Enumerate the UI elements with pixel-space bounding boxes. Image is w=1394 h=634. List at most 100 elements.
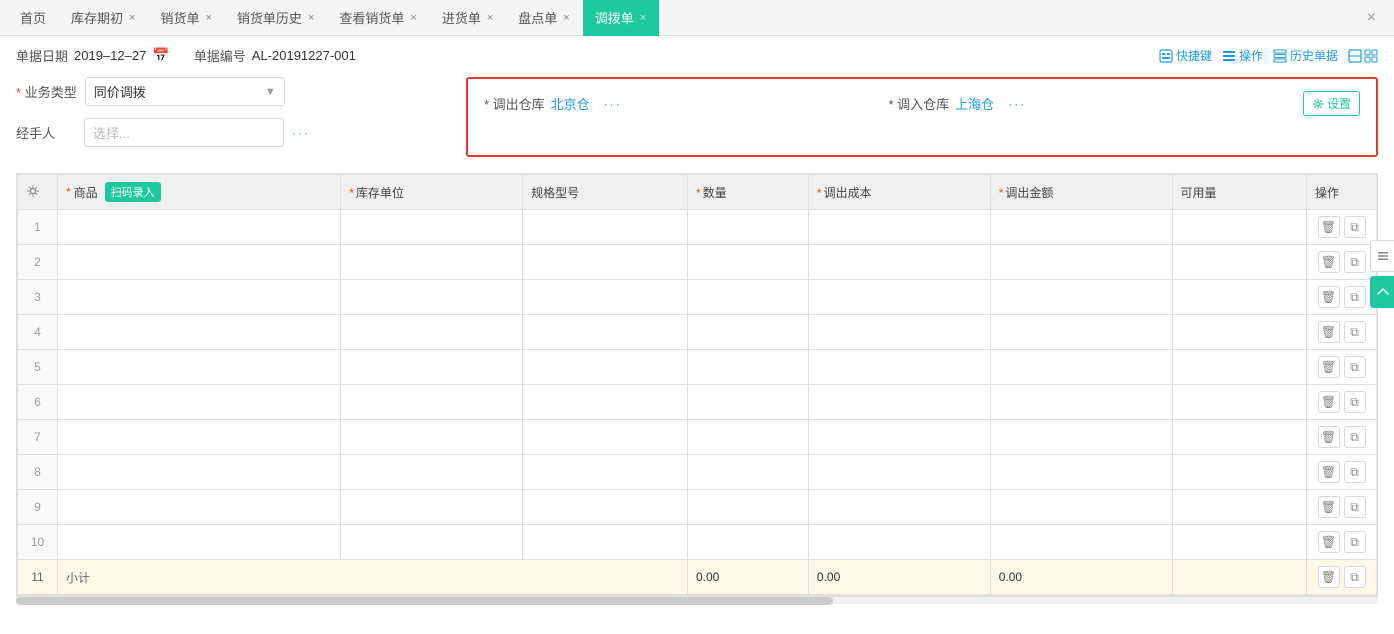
scrollbar-thumb[interactable] (16, 597, 833, 605)
cell-cost-3[interactable] (808, 280, 990, 315)
operations-button[interactable]: 操作 (1222, 47, 1263, 64)
warehouse-settings-button[interactable]: 设置 (1303, 91, 1360, 116)
cell-amount-3[interactable] (990, 280, 1172, 315)
cell-available-4[interactable] (1172, 315, 1306, 350)
cell-qty-4[interactable] (687, 315, 808, 350)
cell-qty-3[interactable] (687, 280, 808, 315)
cell-qty-9[interactable] (687, 490, 808, 525)
cell-available-6[interactable] (1172, 385, 1306, 420)
row-delete-button-11[interactable]: 🗑 (1318, 566, 1340, 588)
row-delete-button-10[interactable]: 🗑 (1318, 531, 1340, 553)
tab-home[interactable]: 首页 (8, 0, 59, 36)
cell-qty-8[interactable] (687, 455, 808, 490)
cell-product-9[interactable] (58, 490, 341, 525)
cell-unit-1[interactable] (341, 210, 523, 245)
business-type-select[interactable]: 同价调拨 ▼ (85, 77, 285, 106)
cell-unit-9[interactable] (341, 490, 523, 525)
row-copy-button-8[interactable]: ⧉ (1344, 461, 1366, 483)
cell-product-7[interactable] (58, 420, 341, 455)
cell-amount-5[interactable] (990, 350, 1172, 385)
cell-amount-9[interactable] (990, 490, 1172, 525)
cell-available-5[interactable] (1172, 350, 1306, 385)
cell-product-2[interactable] (58, 245, 341, 280)
row-copy-button-3[interactable]: ⧉ (1344, 286, 1366, 308)
cell-cost-8[interactable] (808, 455, 990, 490)
cell-qty-6[interactable] (687, 385, 808, 420)
close-all-tabs-button[interactable]: × (1357, 9, 1386, 27)
cell-cost-10[interactable] (808, 525, 990, 560)
cell-amount-7[interactable] (990, 420, 1172, 455)
cell-spec-2[interactable] (523, 245, 688, 280)
row-copy-button-9[interactable]: ⧉ (1344, 496, 1366, 518)
cell-spec-9[interactable] (523, 490, 688, 525)
cell-spec-10[interactable] (523, 525, 688, 560)
cell-amount-8[interactable] (990, 455, 1172, 490)
cell-available-9[interactable] (1172, 490, 1306, 525)
tab-close-purchase[interactable]: × (487, 12, 493, 24)
cell-product-4[interactable] (58, 315, 341, 350)
cell-available-7[interactable] (1172, 420, 1306, 455)
row-delete-button-3[interactable]: 🗑 (1318, 286, 1340, 308)
history-button[interactable]: 历史单据 (1273, 47, 1338, 64)
cell-qty-10[interactable] (687, 525, 808, 560)
tab-sales-order[interactable]: 销货单 × (148, 0, 224, 36)
cell-amount-1[interactable] (990, 210, 1172, 245)
shortcut-button[interactable]: 快捷键 (1159, 47, 1212, 64)
cell-amount-4[interactable] (990, 315, 1172, 350)
cell-product-3[interactable] (58, 280, 341, 315)
row-delete-button-8[interactable]: 🗑 (1318, 461, 1340, 483)
handler-select[interactable]: 选择... (84, 118, 284, 147)
handler-more-button[interactable]: ··· (292, 126, 310, 140)
cell-cost-1[interactable] (808, 210, 990, 245)
cell-product-8[interactable] (58, 455, 341, 490)
cell-qty-5[interactable] (687, 350, 808, 385)
cell-unit-8[interactable] (341, 455, 523, 490)
row-delete-button-6[interactable]: 🗑 (1318, 391, 1340, 413)
cell-spec-8[interactable] (523, 455, 688, 490)
tab-close-view-sales[interactable]: × (410, 12, 416, 24)
cell-product-10[interactable] (58, 525, 341, 560)
row-copy-button-2[interactable]: ⧉ (1344, 251, 1366, 273)
cell-cost-7[interactable] (808, 420, 990, 455)
tab-close-inventory-init[interactable]: × (129, 12, 135, 24)
cell-unit-2[interactable] (341, 245, 523, 280)
tab-close-inventory-check[interactable]: × (563, 12, 569, 24)
cell-spec-1[interactable] (523, 210, 688, 245)
tab-close-sales-order[interactable]: × (205, 12, 211, 24)
cell-cost-5[interactable] (808, 350, 990, 385)
cell-cost-9[interactable] (808, 490, 990, 525)
cell-available-2[interactable] (1172, 245, 1306, 280)
row-copy-button-11[interactable]: ⧉ (1344, 566, 1366, 588)
cell-cost-2[interactable] (808, 245, 990, 280)
row-copy-button-10[interactable]: ⧉ (1344, 531, 1366, 553)
tab-purchase[interactable]: 进货单 × (430, 0, 506, 36)
cell-amount-6[interactable] (990, 385, 1172, 420)
th-gear[interactable] (18, 175, 58, 210)
layout-toggle-button[interactable] (1348, 49, 1378, 63)
row-copy-button-1[interactable]: ⧉ (1344, 216, 1366, 238)
row-delete-button-2[interactable]: 🗑 (1318, 251, 1340, 273)
cell-qty-7[interactable] (687, 420, 808, 455)
cell-available-10[interactable] (1172, 525, 1306, 560)
tab-sales-history[interactable]: 销货单历史 × (225, 0, 327, 36)
row-copy-button-7[interactable]: ⧉ (1344, 426, 1366, 448)
cell-spec-4[interactable] (523, 315, 688, 350)
cell-qty-1[interactable] (687, 210, 808, 245)
row-delete-button-1[interactable]: 🗑 (1318, 216, 1340, 238)
cell-spec-6[interactable] (523, 385, 688, 420)
cell-available-1[interactable] (1172, 210, 1306, 245)
row-delete-button-7[interactable]: 🗑 (1318, 426, 1340, 448)
horizontal-scrollbar[interactable] (16, 596, 1378, 604)
warehouse-out-more-button[interactable]: ··· (604, 97, 622, 111)
cell-cost-6[interactable] (808, 385, 990, 420)
tab-inventory-init[interactable]: 库存期初 × (59, 0, 148, 36)
tab-transfer[interactable]: 调拨单 × (583, 0, 659, 36)
cell-cost-4[interactable] (808, 315, 990, 350)
cell-unit-5[interactable] (341, 350, 523, 385)
side-list-button[interactable] (1370, 240, 1394, 272)
row-copy-button-6[interactable]: ⧉ (1344, 391, 1366, 413)
row-delete-button-5[interactable]: 🗑 (1318, 356, 1340, 378)
row-delete-button-9[interactable]: 🗑 (1318, 496, 1340, 518)
row-copy-button-4[interactable]: ⧉ (1344, 321, 1366, 343)
warehouse-in-more-button[interactable]: ··· (1008, 97, 1026, 111)
